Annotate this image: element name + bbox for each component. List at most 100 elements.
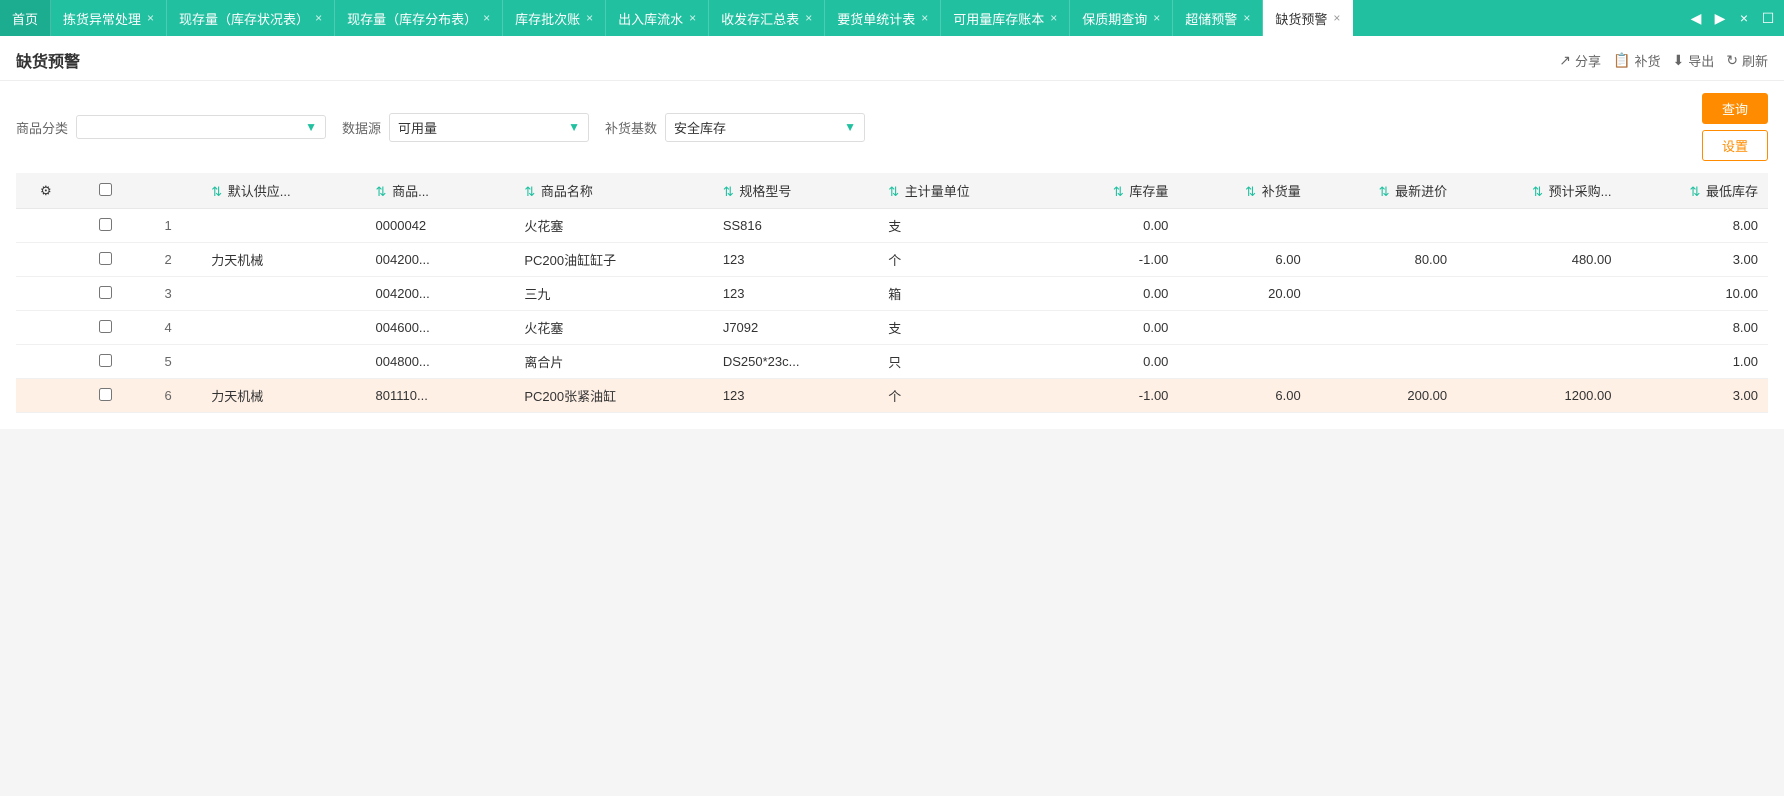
tab-flow[interactable]: 出入库流水 × (606, 0, 709, 36)
settings-button[interactable]: 设置 (1702, 130, 1768, 161)
tab-close-available[interactable]: × (1050, 11, 1057, 25)
sort-name-icon: ⇅ (524, 184, 535, 199)
tab-close-order-stat[interactable]: × (921, 11, 928, 25)
tab-next-button[interactable]: ▶ (1708, 6, 1732, 30)
tab-close-shortage[interactable]: × (1333, 11, 1340, 25)
tab-expiry[interactable]: 保质期查询 × (1070, 0, 1173, 36)
row-code: 0000042 (366, 209, 515, 243)
select-all-checkbox[interactable] (99, 183, 112, 196)
tab-order-stat[interactable]: 要货单统计表 × (825, 0, 941, 36)
row-price (1311, 311, 1457, 345)
row-checkbox[interactable] (99, 286, 112, 299)
row-gear-cell (16, 209, 76, 243)
datasource-value: 可用量 (398, 118, 437, 137)
row-check-cell[interactable] (76, 345, 136, 379)
tab-close-stock-status[interactable]: × (315, 11, 322, 25)
col-header-minstock[interactable]: ⇅ 最低库存 (1621, 173, 1768, 209)
datasource-label: 数据源 (342, 118, 381, 137)
col-header-replenish[interactable]: ⇅ 补货量 (1178, 173, 1310, 209)
gear-icon: ⚙ (40, 183, 52, 198)
col-header-check[interactable] (76, 173, 136, 209)
row-spec: J7092 (713, 311, 878, 345)
table-row: 5 004800... 离合片 DS250*23c... 只 0.00 1.00 (16, 345, 1768, 379)
replenish-base-label: 补货基数 (605, 118, 657, 137)
tab-shortage[interactable]: 缺货预警 × (1263, 0, 1353, 36)
col-header-spec[interactable]: ⇅ 规格型号 (713, 173, 878, 209)
sort-minstock-icon: ⇅ (1689, 184, 1700, 199)
tab-available[interactable]: 可用量库存账本 × (941, 0, 1070, 36)
row-name: 火花塞 (514, 311, 712, 345)
row-unit: 支 (878, 209, 1046, 243)
col-header-gear[interactable]: ⚙ (16, 173, 76, 209)
row-gear-cell (16, 277, 76, 311)
replenish-base-select[interactable]: 安全库存 ▼ (665, 113, 865, 142)
row-checkbox[interactable] (99, 320, 112, 333)
row-supplier (201, 345, 365, 379)
refresh-icon: ↻ (1726, 52, 1738, 69)
tab-prev-button[interactable]: ◀ (1684, 6, 1708, 30)
row-checkbox[interactable] (99, 388, 112, 401)
row-code: 004600... (366, 311, 515, 345)
tab-close-overstock[interactable]: × (1243, 11, 1250, 25)
row-number: 6 (135, 379, 201, 413)
tab-picking[interactable]: 拣货异常处理 × (51, 0, 167, 36)
tab-close-flow[interactable]: × (689, 11, 696, 25)
table-row: 4 004600... 火花塞 J7092 支 0.00 8.00 (16, 311, 1768, 345)
row-number: 4 (135, 311, 201, 345)
row-check-cell[interactable] (76, 209, 136, 243)
row-check-cell[interactable] (76, 379, 136, 413)
col-header-stock[interactable]: ⇅ 库存量 (1046, 173, 1178, 209)
replenish-button[interactable]: 📋 补货 (1613, 51, 1660, 70)
tab-close-stock-dist[interactable]: × (483, 11, 490, 25)
col-header-num (135, 173, 201, 209)
refresh-button[interactable]: ↻ 刷新 (1726, 51, 1768, 70)
tab-summary[interactable]: 收发存汇总表 × (709, 0, 825, 36)
row-checkbox[interactable] (99, 252, 112, 265)
col-header-name[interactable]: ⇅ 商品名称 (514, 173, 712, 209)
col-header-price[interactable]: ⇅ 最新进价 (1311, 173, 1457, 209)
row-stock: 0.00 (1046, 277, 1178, 311)
share-button[interactable]: ↗ 分享 (1559, 51, 1601, 70)
row-replenish (1178, 345, 1310, 379)
row-supplier: 力天机械 (201, 243, 365, 277)
col-header-unit[interactable]: ⇅ 主计量单位 (878, 173, 1046, 209)
row-checkbox[interactable] (99, 218, 112, 231)
tab-stock-status[interactable]: 现存量（库存状况表） × (167, 0, 335, 36)
category-select[interactable]: ▼ (76, 115, 326, 139)
tab-close-picking[interactable]: × (147, 11, 154, 25)
col-header-code[interactable]: ⇅ 商品... (366, 173, 515, 209)
tab-fullscreen-button[interactable]: ☐ (1756, 6, 1780, 30)
tab-close-summary[interactable]: × (805, 11, 812, 25)
row-predict: 480.00 (1457, 243, 1621, 277)
header-actions: ↗ 分享 📋 补货 ⬇ 导出 ↻ 刷新 (1559, 51, 1768, 70)
tab-stock-dist[interactable]: 现存量（库存分布表） × (335, 0, 503, 36)
row-minstock: 1.00 (1621, 345, 1768, 379)
tab-home[interactable]: 首页 (0, 0, 51, 36)
query-button[interactable]: 查询 (1702, 93, 1768, 124)
col-header-supplier[interactable]: ⇅ 默认供应... (201, 173, 365, 209)
sort-code-icon: ⇅ (376, 184, 387, 199)
tab-close-expiry[interactable]: × (1153, 11, 1160, 25)
col-header-predict[interactable]: ⇅ 预计采购... (1457, 173, 1621, 209)
row-stock: -1.00 (1046, 243, 1178, 277)
export-button[interactable]: ⬇ 导出 (1673, 51, 1715, 70)
tab-close-all-button[interactable]: × (1732, 6, 1756, 30)
row-checkbox[interactable] (99, 354, 112, 367)
sort-stock-icon: ⇅ (1113, 184, 1124, 199)
row-supplier (201, 311, 365, 345)
row-predict (1457, 277, 1621, 311)
replenish-base-filter-group: 补货基数 安全库存 ▼ (605, 113, 865, 142)
row-name: PC200油缸缸子 (514, 243, 712, 277)
sort-predict-icon: ⇅ (1532, 184, 1543, 199)
tab-close-batch[interactable]: × (586, 11, 593, 25)
tab-overstock[interactable]: 超储预警 × (1173, 0, 1263, 36)
row-check-cell[interactable] (76, 243, 136, 277)
row-predict: 1200.00 (1457, 379, 1621, 413)
datasource-filter-group: 数据源 可用量 ▼ (342, 113, 589, 142)
tab-batch[interactable]: 库存批次账 × (503, 0, 606, 36)
row-price (1311, 277, 1457, 311)
datasource-select[interactable]: 可用量 ▼ (389, 113, 589, 142)
row-check-cell[interactable] (76, 311, 136, 345)
sort-unit-icon: ⇅ (888, 184, 899, 199)
row-check-cell[interactable] (76, 277, 136, 311)
